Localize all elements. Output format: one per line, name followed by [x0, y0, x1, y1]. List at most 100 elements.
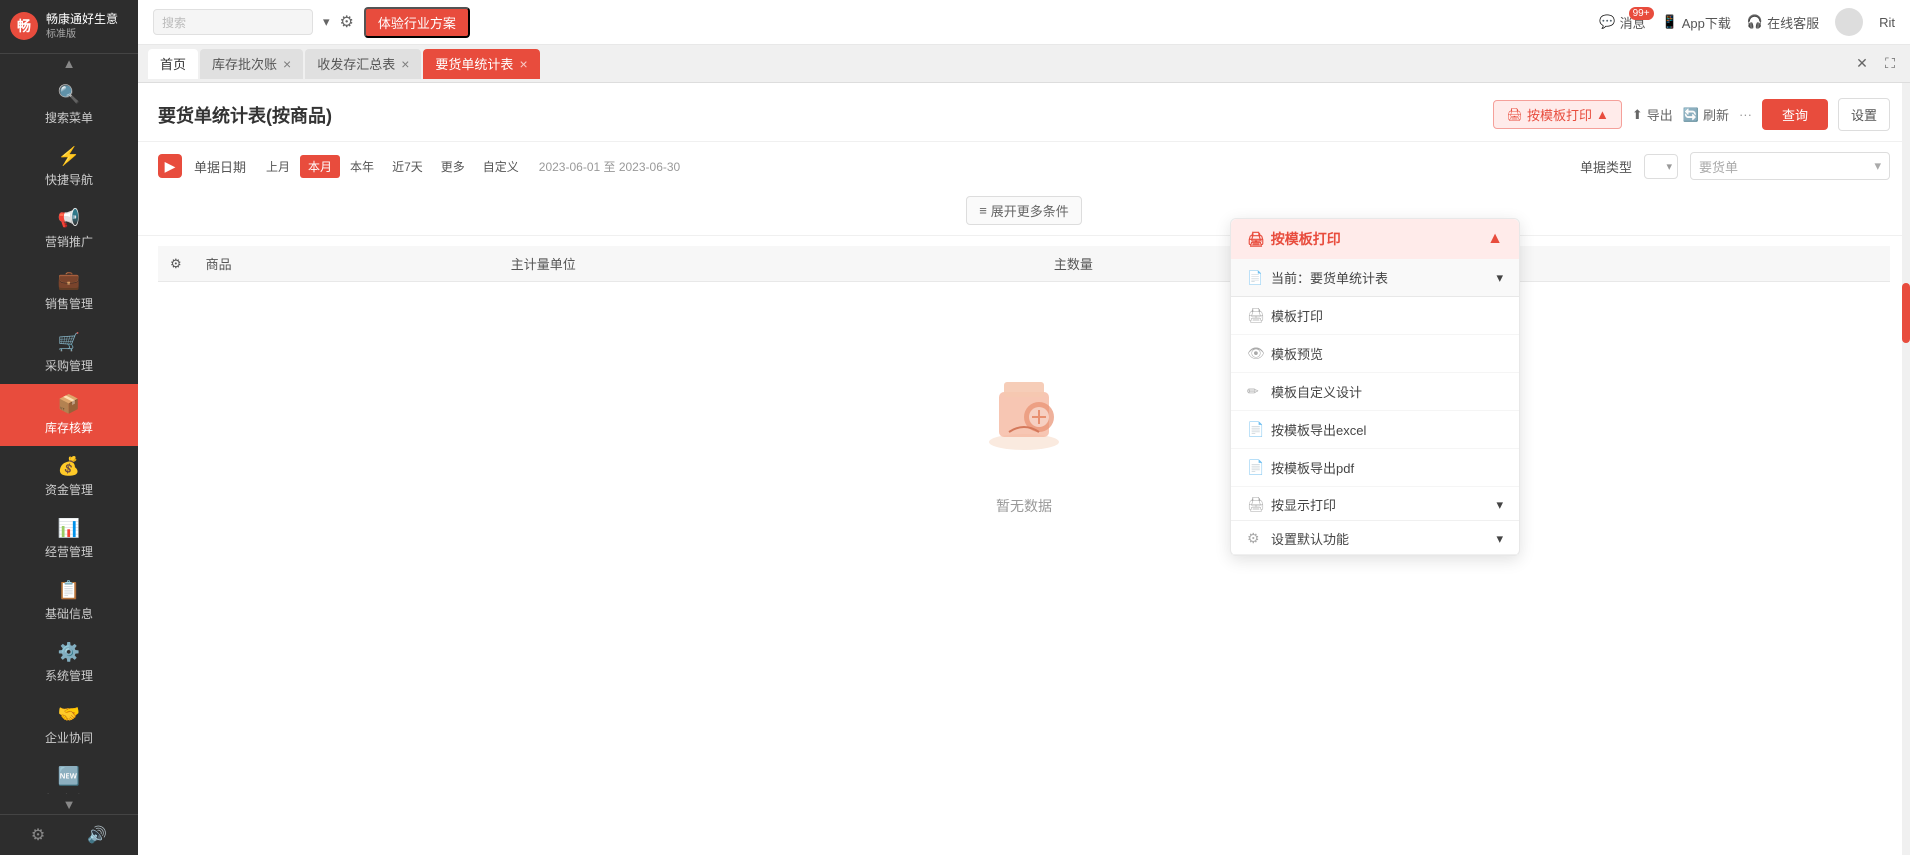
page-header: 要货单统计表(按商品) 🖨 按模板打印 ▲ ⬆ 导出 🔄 刷新: [138, 83, 1910, 142]
app-logo: 畅 畅康通好生意 标准版: [0, 0, 138, 54]
collab-icon: 🤝: [58, 704, 80, 725]
date-filter-label: 单据日期: [194, 157, 246, 176]
close-window-btn[interactable]: ✕: [1852, 54, 1872, 74]
sidebar-item-search[interactable]: 🔍 搜索菜单: [0, 74, 138, 136]
sidebar-item-shortcut[interactable]: ⚡ 快捷导航: [0, 136, 138, 198]
tab-order-stats-close[interactable]: ×: [519, 56, 527, 72]
current-label-text: 当前：要货单统计表: [1271, 268, 1388, 287]
sidebar-item-collab[interactable]: 🤝 企业协同: [0, 694, 138, 756]
date-current-year[interactable]: 本年: [342, 155, 382, 178]
app-download-label: App下载: [1682, 13, 1731, 32]
maximize-window-btn[interactable]: ⛶: [1880, 54, 1900, 74]
page-title: 要货单统计表(按商品): [158, 102, 332, 128]
print-template-btn[interactable]: 🖨 按模板打印 ▲: [1493, 100, 1621, 129]
template-print-icon: 🖨: [1247, 307, 1265, 324]
tab-home-label: 首页: [160, 54, 186, 73]
sidebar-item-operation[interactable]: 📊 经营管理: [0, 508, 138, 570]
sidebar-item-label: 销售管理: [45, 295, 93, 312]
sidebar-item-inventory[interactable]: 📦 库存核算: [0, 384, 138, 446]
user-name: Rit: [1879, 15, 1895, 30]
settings-btn[interactable]: 设置: [1838, 98, 1890, 131]
dropdown-item-template-design[interactable]: ✏ 模板自定义设计: [1231, 373, 1519, 411]
expand-more-btn[interactable]: ≡ 展开更多条件: [966, 196, 1082, 225]
sidebar-item-marketing[interactable]: 📢 营销推广: [0, 198, 138, 260]
dropdown-item-template-print[interactable]: 🖨 模板打印: [1231, 297, 1519, 335]
messages-btn[interactable]: 💬 消息 99+: [1599, 13, 1645, 32]
bill-type-select[interactable]: [1644, 154, 1678, 179]
logo-icon: 畅: [10, 12, 38, 40]
print-icon: 🖨: [1506, 107, 1523, 123]
header-dropdown-btn[interactable]: ▾: [323, 14, 330, 30]
template-print-label: 模板打印: [1271, 306, 1323, 325]
tab-receipt-summary[interactable]: 收发存汇总表 ×: [305, 49, 421, 79]
right-scrollbar[interactable]: [1902, 83, 1910, 855]
avatar[interactable]: [1835, 8, 1863, 36]
sidebar-item-label: 基础信息: [45, 605, 93, 622]
shortcut-icon: ⚡: [58, 146, 80, 167]
date-more[interactable]: 更多: [433, 155, 473, 178]
goods-filter-input[interactable]: 要货单 ▾: [1690, 152, 1890, 180]
tab-order-stats[interactable]: 要货单统计表 ×: [423, 49, 539, 79]
sidebar-item-label: 系统管理: [45, 667, 93, 684]
print-dropdown-header: 🖨 按模板打印 ▲: [1231, 219, 1519, 259]
sidebar-scroll-down[interactable]: ▼: [0, 794, 138, 814]
sidebar-settings-btn[interactable]: ⚙: [31, 825, 45, 845]
sidebar-scroll-up[interactable]: ▲: [0, 54, 138, 74]
header-search[interactable]: 搜索: [153, 9, 313, 35]
template-preview-icon: 👁: [1247, 345, 1265, 362]
print-dropdown: 🖨 按模板打印 ▲ 📄 当前：要货单统计表 ▾ 🖨 模板打印 👁 模板预览: [1230, 218, 1520, 556]
refresh-icon: 🔄: [1683, 107, 1699, 123]
default-func-icon: ⚙: [1247, 530, 1260, 547]
col-settings[interactable]: ⚙: [158, 246, 194, 282]
template-design-label: 模板自定义设计: [1271, 382, 1362, 401]
dropdown-display-print[interactable]: 🖨 按显示打印 ▾: [1231, 487, 1519, 521]
sidebar-sound-btn[interactable]: 🔊: [87, 825, 107, 845]
export-excel-label: 按模板导出excel: [1271, 420, 1366, 439]
display-print-label: 按显示打印: [1271, 495, 1336, 514]
sidebar-item-basic[interactable]: 📋 基础信息: [0, 570, 138, 632]
date-current-month[interactable]: 本月: [300, 155, 340, 178]
tab-batch-account[interactable]: 库存批次账 ×: [200, 49, 303, 79]
date-recent-7[interactable]: 近7天: [384, 155, 431, 178]
date-prev-month[interactable]: 上月: [258, 155, 298, 178]
export-pdf-icon: 📄: [1247, 459, 1264, 476]
dropdown-default-func[interactable]: ⚙ 设置默认功能 ▾: [1231, 521, 1519, 555]
scrollbar-thumb[interactable]: [1902, 283, 1910, 343]
sidebar-item-purchase[interactable]: 🛒 采购管理: [0, 322, 138, 384]
promo-btn[interactable]: 体验行业方案: [364, 7, 470, 38]
sidebar-item-label: 采购管理: [45, 357, 93, 374]
dropdown-item-export-excel[interactable]: 📄 按模板导出excel: [1231, 411, 1519, 449]
query-btn[interactable]: 查询: [1762, 99, 1828, 130]
online-service-btn[interactable]: 🎧 在线客服: [1747, 13, 1819, 32]
sidebar-item-finance[interactable]: 💰 资金管理: [0, 446, 138, 508]
message-badge: 99+: [1629, 7, 1654, 20]
more-options-btn[interactable]: ···: [1739, 107, 1752, 122]
default-func-arrow: ▾: [1496, 531, 1503, 547]
print-dropdown-current[interactable]: 📄 当前：要货单统计表 ▾: [1231, 259, 1519, 297]
print-dropdown-close-btn[interactable]: ▲: [1487, 230, 1503, 248]
print-template-label: 按模板打印: [1527, 105, 1592, 124]
sidebar-item-label: 经营管理: [45, 543, 93, 560]
sidebar-item-label: 搜索菜单: [45, 109, 93, 126]
table-container: ⚙ 商品 主计量单位 主数量 零售金额: [138, 246, 1910, 282]
filter-expand-btn[interactable]: ▶: [158, 154, 182, 178]
dropdown-item-export-pdf[interactable]: 📄 按模板导出pdf: [1231, 449, 1519, 487]
current-arrow: ▾: [1496, 270, 1503, 286]
tab-receipt-summary-close[interactable]: ×: [401, 56, 409, 72]
export-btn[interactable]: ⬆ 导出: [1632, 105, 1673, 124]
date-custom[interactable]: 自定义: [475, 155, 527, 178]
refresh-btn[interactable]: 🔄 刷新: [1683, 105, 1729, 124]
tab-home[interactable]: 首页: [148, 49, 198, 79]
tab-order-stats-label: 要货单统计表: [435, 54, 513, 73]
current-icon: 📄: [1247, 270, 1263, 286]
sidebar-item-system[interactable]: ⚙️ 系统管理: [0, 632, 138, 694]
app-download-btn[interactable]: 📱 App下载: [1662, 13, 1731, 32]
sidebar-item-sales[interactable]: 💼 销售管理: [0, 260, 138, 322]
dropdown-item-template-preview[interactable]: 👁 模板预览: [1231, 335, 1519, 373]
tab-batch-account-close[interactable]: ×: [283, 56, 291, 72]
tab-receipt-summary-label: 收发存汇总表: [317, 54, 395, 73]
header-gear-btn[interactable]: ⚙: [340, 12, 354, 32]
operation-icon: 📊: [58, 518, 80, 539]
goods-filter-placeholder: 要货单: [1699, 157, 1738, 176]
sidebar-item-guide[interactable]: 🆕 新手引导: [0, 756, 138, 794]
